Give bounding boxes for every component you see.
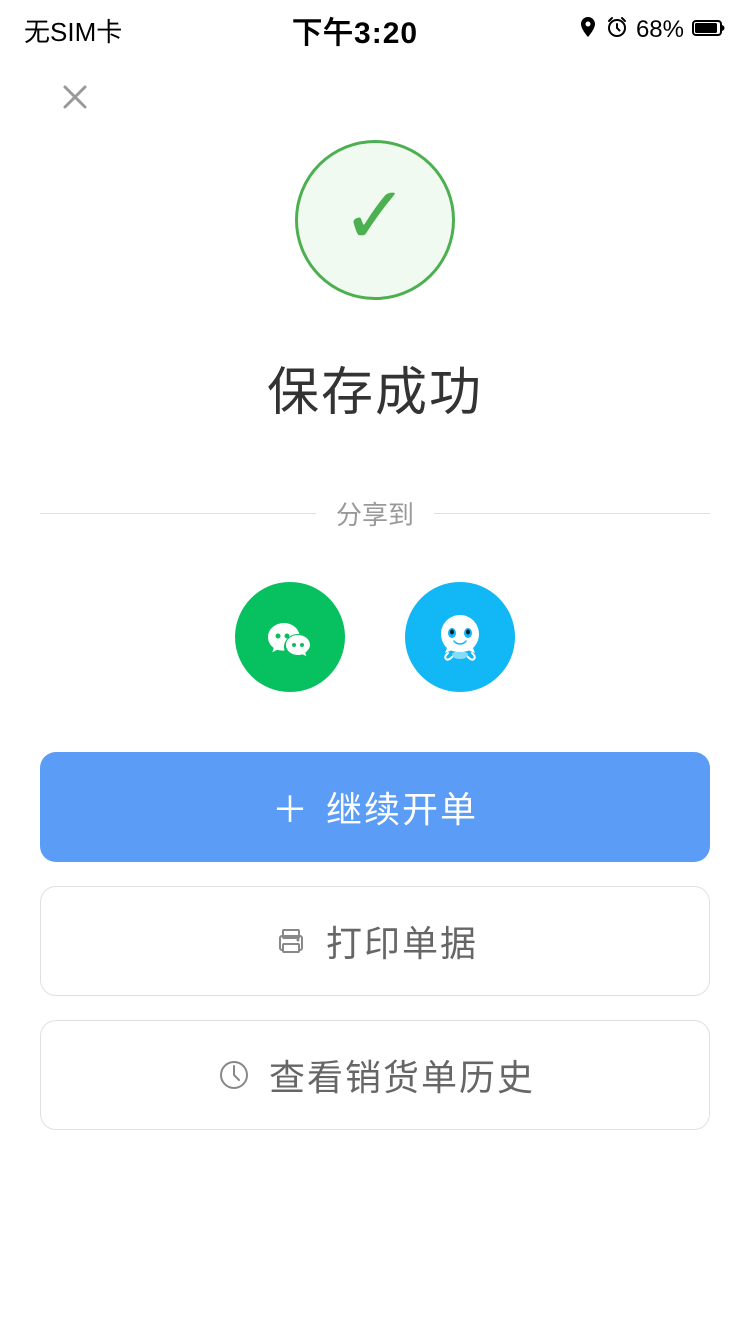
share-label: 分享到 <box>336 495 414 532</box>
clock-icon <box>215 1056 253 1094</box>
printer-icon <box>272 922 310 960</box>
share-divider: 分享到 <box>40 495 710 532</box>
action-buttons: ＋ 继续开单 打印单据 查看销货单历史 <box>0 752 750 1130</box>
success-circle: ✓ <box>295 140 455 300</box>
history-button[interactable]: 查看销货单历史 <box>40 1020 710 1130</box>
qq-share-button[interactable] <box>405 582 515 692</box>
success-title: 保存成功 <box>267 350 483 425</box>
wechat-share-button[interactable] <box>235 582 345 692</box>
status-right: 68% <box>578 15 726 46</box>
share-section: 分享到 <box>0 495 750 692</box>
location-icon <box>578 15 598 46</box>
divider-line-left <box>40 513 316 514</box>
divider-line-right <box>434 513 710 514</box>
close-button[interactable] <box>50 72 100 122</box>
main-content: ✓ 保存成功 分享到 <box>0 60 750 1130</box>
continue-button[interactable]: ＋ 继续开单 <box>40 752 710 862</box>
status-time: 下午3:20 <box>292 8 418 52</box>
battery-icon <box>692 16 726 44</box>
status-left: 无SIM卡 <box>24 12 132 49</box>
continue-label: 继续开单 <box>326 781 478 833</box>
print-label: 打印单据 <box>326 915 478 967</box>
checkmark-icon: ✓ <box>341 176 408 256</box>
history-label: 查看销货单历史 <box>269 1049 535 1101</box>
plus-icon: ＋ <box>272 781 310 833</box>
share-icons <box>40 582 710 692</box>
carrier-text: 无SIM卡 <box>24 12 122 49</box>
battery-text: 68% <box>636 16 684 44</box>
status-bar: 无SIM卡 下午3:20 68% <box>0 0 750 60</box>
alarm-icon <box>606 16 628 45</box>
print-button[interactable]: 打印单据 <box>40 886 710 996</box>
